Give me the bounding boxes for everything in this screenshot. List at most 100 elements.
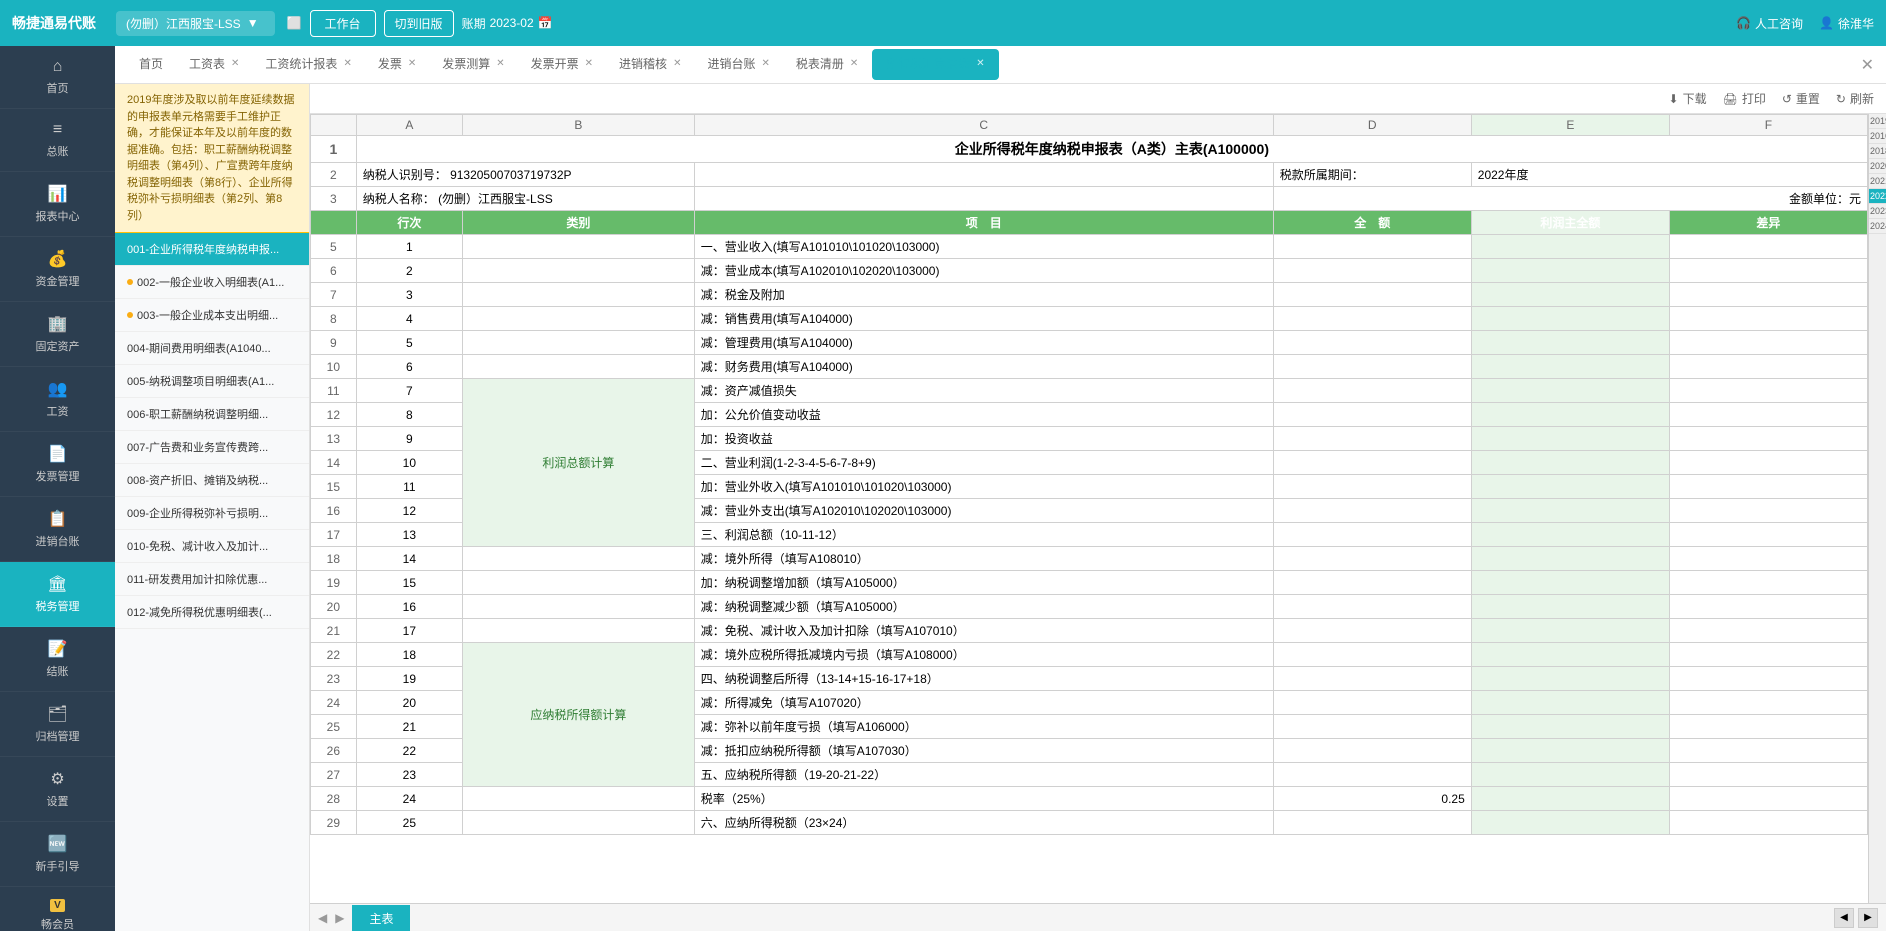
profit-cell[interactable]	[1471, 259, 1669, 283]
user-menu[interactable]: 👤 徐淮华	[1819, 15, 1874, 32]
sheet-tab-main[interactable]: 主表	[352, 905, 410, 931]
profit-cell[interactable]	[1471, 403, 1669, 427]
tab-payroll[interactable]: 工资表 ✕	[177, 49, 251, 80]
tab-invoices[interactable]: 发票 ✕	[366, 49, 428, 80]
switch-version-button[interactable]: 切到旧版	[384, 10, 454, 37]
profit-cell[interactable]	[1471, 571, 1669, 595]
tab-invoice-calc[interactable]: 发票测算 ✕	[430, 49, 516, 80]
amount-cell[interactable]	[1273, 307, 1471, 331]
diff-cell[interactable]	[1669, 259, 1867, 283]
close-tab-payroll[interactable]: ✕	[231, 58, 239, 69]
sidebar-item-invoice-mgmt[interactable]: 📄 发票管理	[0, 432, 115, 497]
sidebar-item-member[interactable]: V 畅会员	[0, 887, 115, 931]
diff-cell[interactable]	[1669, 691, 1867, 715]
sidebar-item-new-guide[interactable]: 🆕 新手引导	[0, 822, 115, 887]
left-menu-item-009[interactable]: 009-企业所得税弥补亏损明...	[115, 497, 309, 530]
diff-cell[interactable]	[1669, 283, 1867, 307]
amount-cell[interactable]	[1273, 235, 1471, 259]
profit-cell[interactable]	[1471, 523, 1669, 547]
sidebar-item-settings[interactable]: ⚙ 设置	[0, 757, 115, 822]
sidebar-item-archive-mgmt[interactable]: 🗂 归档管理	[0, 692, 115, 757]
left-menu-item-008[interactable]: 008-资产折旧、摊销及纳税...	[115, 464, 309, 497]
amount-cell[interactable]	[1273, 619, 1471, 643]
tab-home[interactable]: 首页	[127, 49, 175, 80]
profit-cell[interactable]	[1471, 763, 1669, 787]
tab-tax-return[interactable]: 税表清册 ✕	[784, 49, 870, 80]
profit-cell[interactable]	[1471, 283, 1669, 307]
sidebar-item-settlement[interactable]: 📝 结账	[0, 627, 115, 692]
diff-cell[interactable]	[1669, 739, 1867, 763]
sidebar-item-payroll[interactable]: 👥 工资	[0, 367, 115, 432]
left-menu-item-003[interactable]: 003-一般企业成本支出明细...	[115, 299, 309, 332]
profit-cell[interactable]	[1471, 691, 1669, 715]
amount-cell[interactable]: 0.25	[1273, 787, 1471, 811]
diff-cell[interactable]	[1669, 379, 1867, 403]
amount-cell[interactable]	[1273, 331, 1471, 355]
profit-cell[interactable]	[1471, 307, 1669, 331]
sidebar-item-report-center[interactable]: 📊 报表中心	[0, 172, 115, 237]
amount-cell[interactable]	[1273, 715, 1471, 739]
amount-cell[interactable]	[1273, 451, 1471, 475]
profit-cell[interactable]	[1471, 379, 1669, 403]
year-2021[interactable]: 2021	[1869, 174, 1886, 189]
workbench-button[interactable]: 工作台	[310, 10, 376, 37]
close-tab-income-tax[interactable]: ✕	[976, 58, 984, 69]
calendar-icon[interactable]: 📅	[538, 16, 553, 30]
profit-cell[interactable]	[1471, 547, 1669, 571]
amount-cell[interactable]	[1273, 691, 1471, 715]
scroll-left-btn[interactable]: ◀	[1834, 908, 1854, 928]
left-menu-item-011[interactable]: 011-研发费用加计扣除优惠...	[115, 563, 309, 596]
close-tab-sales-check[interactable]: ✕	[673, 58, 681, 69]
scroll-right-btn[interactable]: ▶	[1858, 908, 1878, 928]
amount-cell[interactable]	[1273, 643, 1471, 667]
diff-cell[interactable]	[1669, 595, 1867, 619]
diff-cell[interactable]	[1669, 619, 1867, 643]
left-menu-item-001[interactable]: 001-企业所得税年度纳税申报...	[115, 233, 309, 266]
year-2016[interactable]: 2016	[1869, 129, 1886, 144]
profit-cell[interactable]	[1471, 739, 1669, 763]
left-menu-item-007[interactable]: 007-广告费和业务宣传费跨...	[115, 431, 309, 464]
left-menu-item-006[interactable]: 006-职工薪酬纳税调整明细...	[115, 398, 309, 431]
profit-cell[interactable]	[1471, 235, 1669, 259]
diff-cell[interactable]	[1669, 403, 1867, 427]
amount-cell[interactable]	[1273, 475, 1471, 499]
profit-cell[interactable]	[1471, 595, 1669, 619]
amount-cell[interactable]	[1273, 283, 1471, 307]
tab-sales-ledger[interactable]: 进销台账 ✕	[695, 49, 781, 80]
diff-cell[interactable]	[1669, 547, 1867, 571]
profit-cell[interactable]	[1471, 811, 1669, 835]
close-tab-invoice-open[interactable]: ✕	[585, 58, 593, 69]
tab-invoice-open[interactable]: 发票开票 ✕	[519, 49, 605, 80]
amount-cell[interactable]	[1273, 403, 1471, 427]
year-2020[interactable]: 2020	[1869, 159, 1886, 174]
diff-cell[interactable]	[1669, 355, 1867, 379]
close-tab-invoices[interactable]: ✕	[408, 58, 416, 69]
sidebar-item-home[interactable]: ⌂ 首页	[0, 46, 115, 109]
profit-cell[interactable]	[1471, 715, 1669, 739]
year-2019[interactable]: 2019	[1869, 114, 1886, 129]
profit-cell[interactable]	[1471, 499, 1669, 523]
close-tab-payroll-stats[interactable]: ✕	[343, 58, 351, 69]
profit-cell[interactable]	[1471, 331, 1669, 355]
diff-cell[interactable]	[1669, 523, 1867, 547]
diff-cell[interactable]	[1669, 811, 1867, 835]
diff-cell[interactable]	[1669, 235, 1867, 259]
company-selector[interactable]: (勿删）江西服宝-LSS ▼	[116, 11, 275, 36]
sidebar-item-sales-ledger[interactable]: 📋 进销台账	[0, 497, 115, 562]
tab-nav-prev[interactable]: ◀	[318, 911, 327, 925]
amount-cell[interactable]	[1273, 547, 1471, 571]
diff-cell[interactable]	[1669, 427, 1867, 451]
profit-cell[interactable]	[1471, 667, 1669, 691]
amount-cell[interactable]	[1273, 811, 1471, 835]
diff-cell[interactable]	[1669, 475, 1867, 499]
sidebar-item-fixed-assets[interactable]: 🏢 固定资产	[0, 302, 115, 367]
copy-icon[interactable]: ⬜	[287, 16, 302, 30]
amount-cell[interactable]	[1273, 763, 1471, 787]
download-button[interactable]: ⬇ 下载	[1669, 90, 1707, 107]
left-menu-item-010[interactable]: 010-免税、减计收入及加计...	[115, 530, 309, 563]
close-tab-sales-ledger[interactable]: ✕	[761, 58, 769, 69]
print-button[interactable]: 🖨 打印	[1723, 90, 1766, 107]
diff-cell[interactable]	[1669, 787, 1867, 811]
close-tab-invoice-calc[interactable]: ✕	[496, 58, 504, 69]
diff-cell[interactable]	[1669, 451, 1867, 475]
